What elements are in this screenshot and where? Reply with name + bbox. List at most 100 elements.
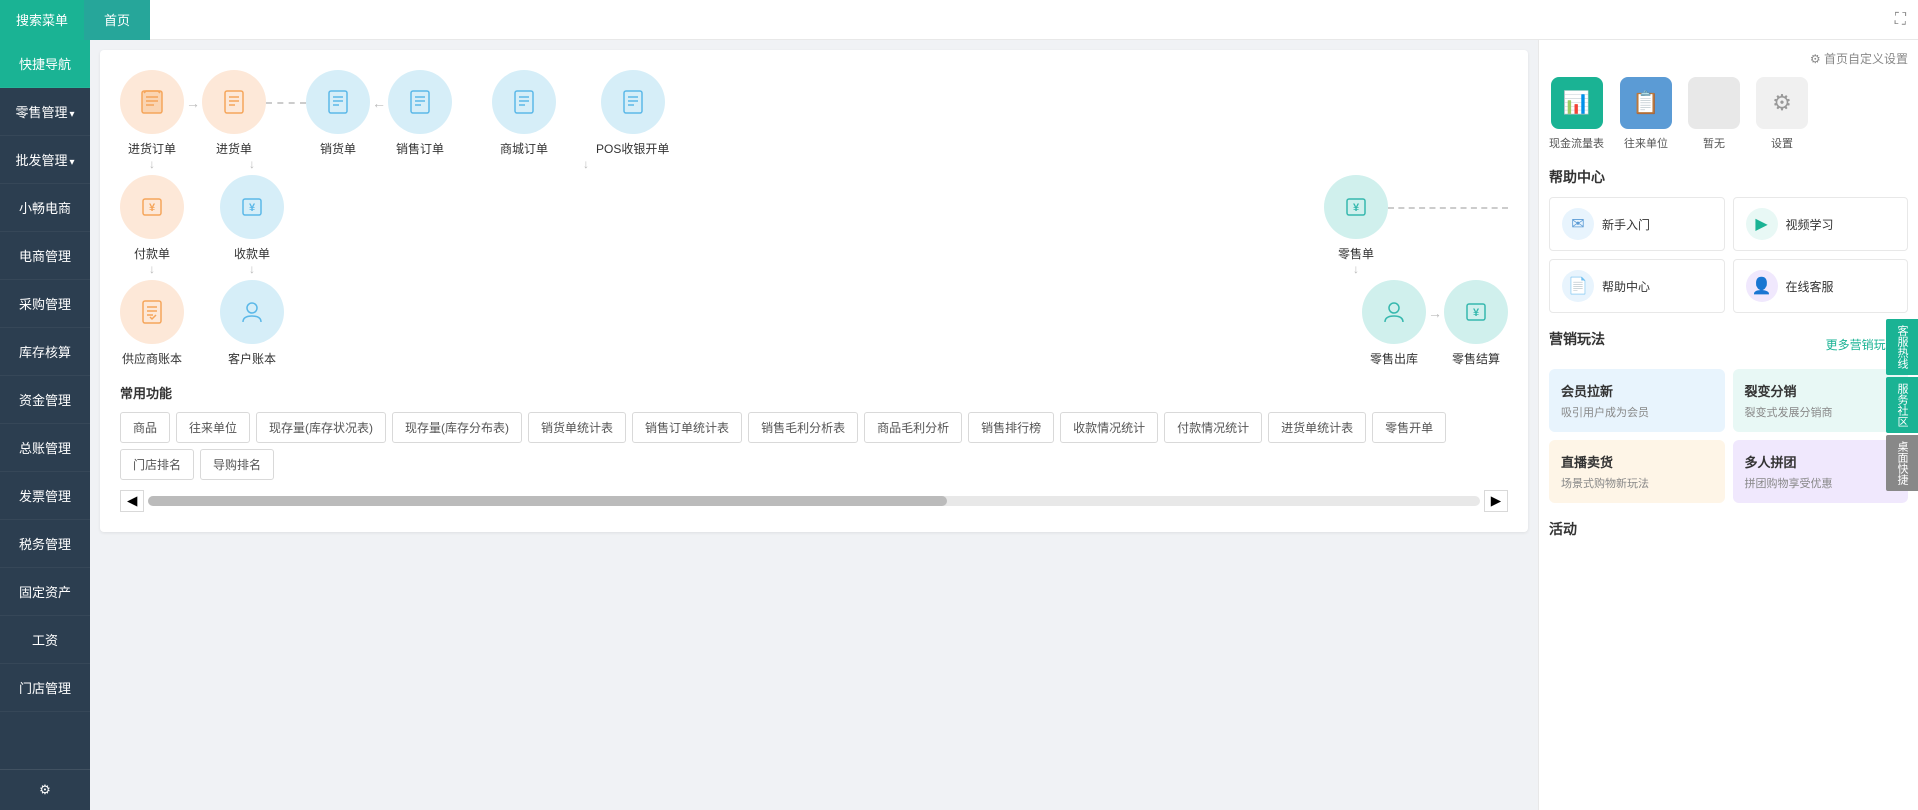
scroll-thumb — [148, 496, 947, 506]
func-btn-goods[interactable]: 商品 — [120, 412, 170, 443]
func-btn-store-rank[interactable]: 门店排名 — [120, 449, 194, 480]
node-retail-outbound[interactable]: 零售出库 — [1362, 280, 1426, 367]
sidebar-item-tax[interactable]: 税务管理 — [0, 520, 90, 568]
func-btn-goods-gross[interactable]: 商品毛利分析 — [864, 412, 962, 443]
sidebar-item-label: 批发管理 — [15, 153, 67, 168]
helpcenter-label: 帮助中心 — [1602, 278, 1650, 295]
func-btn-inventory-dist[interactable]: 现存量(库存分布表) — [392, 412, 522, 443]
help-item-beginner[interactable]: ✉ 新手入门 — [1549, 197, 1725, 251]
sidebar-item-fixed-assets[interactable]: 固定资产 — [0, 568, 90, 616]
sidebar-item-store[interactable]: 门店管理 — [0, 664, 90, 712]
sidebar-item-xiaochang[interactable]: 小畅电商 — [0, 184, 90, 232]
supplier-account-icon — [120, 280, 184, 344]
func-button-grid: 商品 往来单位 现存量(库存状况表) 现存量(库存分布表) 销货单统计表 销售订… — [120, 412, 1508, 480]
marketing-header: 营销玩法 更多营销玩法 > — [1549, 329, 1908, 359]
video-icon: ▶ — [1746, 208, 1778, 240]
retail-settlement-icon: ¥ — [1444, 280, 1508, 344]
sidebar-item-retail[interactable]: 零售管理▾ — [0, 88, 90, 136]
search-menu-button[interactable]: 搜索菜单 — [0, 0, 84, 40]
func-btn-sales-order-stat[interactable]: 销售订单统计表 — [632, 412, 742, 443]
marketing-item-group[interactable]: 多人拼团 拼团购物享受优惠 — [1733, 440, 1909, 503]
node-sales-order[interactable]: 销售订单 — [388, 70, 452, 157]
sidebar-item-finance[interactable]: 资金管理 — [0, 376, 90, 424]
func-btn-purchase-stat[interactable]: 进货单统计表 — [1268, 412, 1366, 443]
customize-header[interactable]: ⚙ 首页自定义设置 — [1549, 50, 1908, 67]
quick-icon-cashflow[interactable]: 📊 现金流量表 — [1549, 77, 1604, 151]
node-label: 供应商账本 — [122, 350, 182, 367]
help-item-video[interactable]: ▶ 视频学习 — [1733, 197, 1909, 251]
sidebar-item-quick-nav[interactable]: 快捷导航 — [0, 40, 90, 88]
scroll-track[interactable] — [148, 496, 1480, 506]
func-btn-payment-stat[interactable]: 付款情况统计 — [1164, 412, 1262, 443]
arrow-left-1: ← — [370, 95, 388, 133]
node-customer-account[interactable]: 客户账本 — [220, 280, 284, 367]
mall-order-icon — [492, 70, 556, 134]
node-purchase-order[interactable]: 进货订单 — [120, 70, 184, 157]
quick-icons: 📊 现金流量表 📋 往来单位 暂无 ⚙ 设置 — [1549, 77, 1908, 151]
marketing-item-live[interactable]: 直播卖货 场景式购物新玩法 — [1549, 440, 1725, 503]
scroll-right-button[interactable]: ▶ — [1484, 490, 1508, 512]
func-btn-partners[interactable]: 往来单位 — [176, 412, 250, 443]
sidebar-item-ledger[interactable]: 总账管理 — [0, 424, 90, 472]
sidebar-item-salary[interactable]: 工资 — [0, 616, 90, 664]
home-tab[interactable]: 首页 — [84, 0, 150, 40]
sidebar-item-invoice[interactable]: 发票管理 — [0, 472, 90, 520]
activity-section: 活动 — [1549, 519, 1908, 539]
node-label: POS收银开单 — [596, 140, 669, 157]
purchase-order-icon — [120, 70, 184, 134]
top-bar-right: ⛶ — [1895, 11, 1918, 29]
payment-icon: ¥ — [120, 175, 184, 239]
func-btn-sales-stat[interactable]: 销货单统计表 — [528, 412, 626, 443]
node-receipt[interactable]: ¥ 收款单 — [220, 175, 284, 262]
pos-icon — [601, 70, 665, 134]
quick-icon-settings[interactable]: ⚙ 设置 — [1756, 77, 1808, 151]
cashflow-label: 现金流量表 — [1549, 135, 1604, 151]
online-label: 在线客服 — [1786, 278, 1834, 295]
member-title: 会员拉新 — [1561, 381, 1713, 400]
float-btn-community[interactable]: 服务社区 — [1886, 377, 1918, 433]
main-panel: 进货订单 → 进货单 — [90, 40, 1538, 810]
fullscreen-button[interactable]: ⛶ — [1895, 11, 1906, 29]
func-btn-guide-rank[interactable]: 导购排名 — [200, 449, 274, 480]
settings-icon-box: ⚙ — [1756, 77, 1808, 129]
fission-desc: 裂变式发展分销商 — [1745, 404, 1897, 420]
func-btn-retail-order[interactable]: 零售开单 — [1372, 412, 1446, 443]
node-label: 零售出库 — [1370, 350, 1418, 367]
func-btn-receipt-stat[interactable]: 收款情况统计 — [1060, 412, 1158, 443]
sidebar-item-purchase[interactable]: 采购管理 — [0, 280, 90, 328]
func-btn-sales-gross[interactable]: 销售毛利分析表 — [748, 412, 858, 443]
func-btn-sales-rank[interactable]: 销售排行榜 — [968, 412, 1054, 443]
sidebar-item-inventory[interactable]: 库存核算 — [0, 328, 90, 376]
marketing-item-fission[interactable]: 裂变分销 裂变式发展分销商 — [1733, 369, 1909, 432]
top-bar: 搜索菜单 首页 ⛶ — [0, 0, 1918, 40]
partners-label: 往来单位 — [1624, 135, 1668, 151]
sidebar-item-ecommerce[interactable]: 电商管理 — [0, 232, 90, 280]
marketing-item-member[interactable]: 会员拉新 吸引用户成为会员 — [1549, 369, 1725, 432]
quick-icon-empty[interactable]: 暂无 — [1688, 77, 1740, 151]
sidebar-item-label: 税务管理 — [19, 537, 71, 552]
sidebar-item-label: 快捷导航 — [19, 57, 71, 72]
node-retail-settlement[interactable]: ¥ 零售结算 — [1444, 280, 1508, 367]
help-item-online[interactable]: 👤 在线客服 — [1733, 259, 1909, 313]
node-label: 收款单 — [234, 245, 270, 262]
node-payment[interactable]: ¥ 付款单 — [120, 175, 184, 262]
video-label: 视频学习 — [1786, 216, 1834, 233]
node-retail[interactable]: ¥ 零售单 — [1324, 175, 1388, 262]
sidebar-item-wholesale[interactable]: 批发管理▾ — [0, 136, 90, 184]
sidebar-settings-button[interactable]: ⚙ — [0, 769, 90, 810]
common-func-title: 常用功能 — [120, 383, 1508, 402]
scroll-left-button[interactable]: ◀ — [120, 490, 144, 512]
node-pos[interactable]: POS收银开单 — [596, 70, 669, 157]
node-mall-order[interactable]: 商城订单 — [492, 70, 556, 157]
purchase-icon — [202, 70, 266, 134]
quick-icon-partners[interactable]: 📋 往来单位 — [1620, 77, 1672, 151]
arrow-right-1: → — [184, 95, 202, 133]
help-item-helpcenter[interactable]: 📄 帮助中心 — [1549, 259, 1725, 313]
right-float-buttons: 客服热线 服务社区 桌面快捷 — [1886, 319, 1918, 491]
node-purchase[interactable]: 进货单 — [202, 70, 266, 157]
float-btn-service[interactable]: 客服热线 — [1886, 319, 1918, 375]
node-sales[interactable]: 销货单 — [306, 70, 370, 157]
func-btn-inventory-status[interactable]: 现存量(库存状况表) — [256, 412, 386, 443]
node-supplier-account[interactable]: 供应商账本 — [120, 280, 184, 367]
float-btn-desktop[interactable]: 桌面快捷 — [1886, 435, 1918, 491]
